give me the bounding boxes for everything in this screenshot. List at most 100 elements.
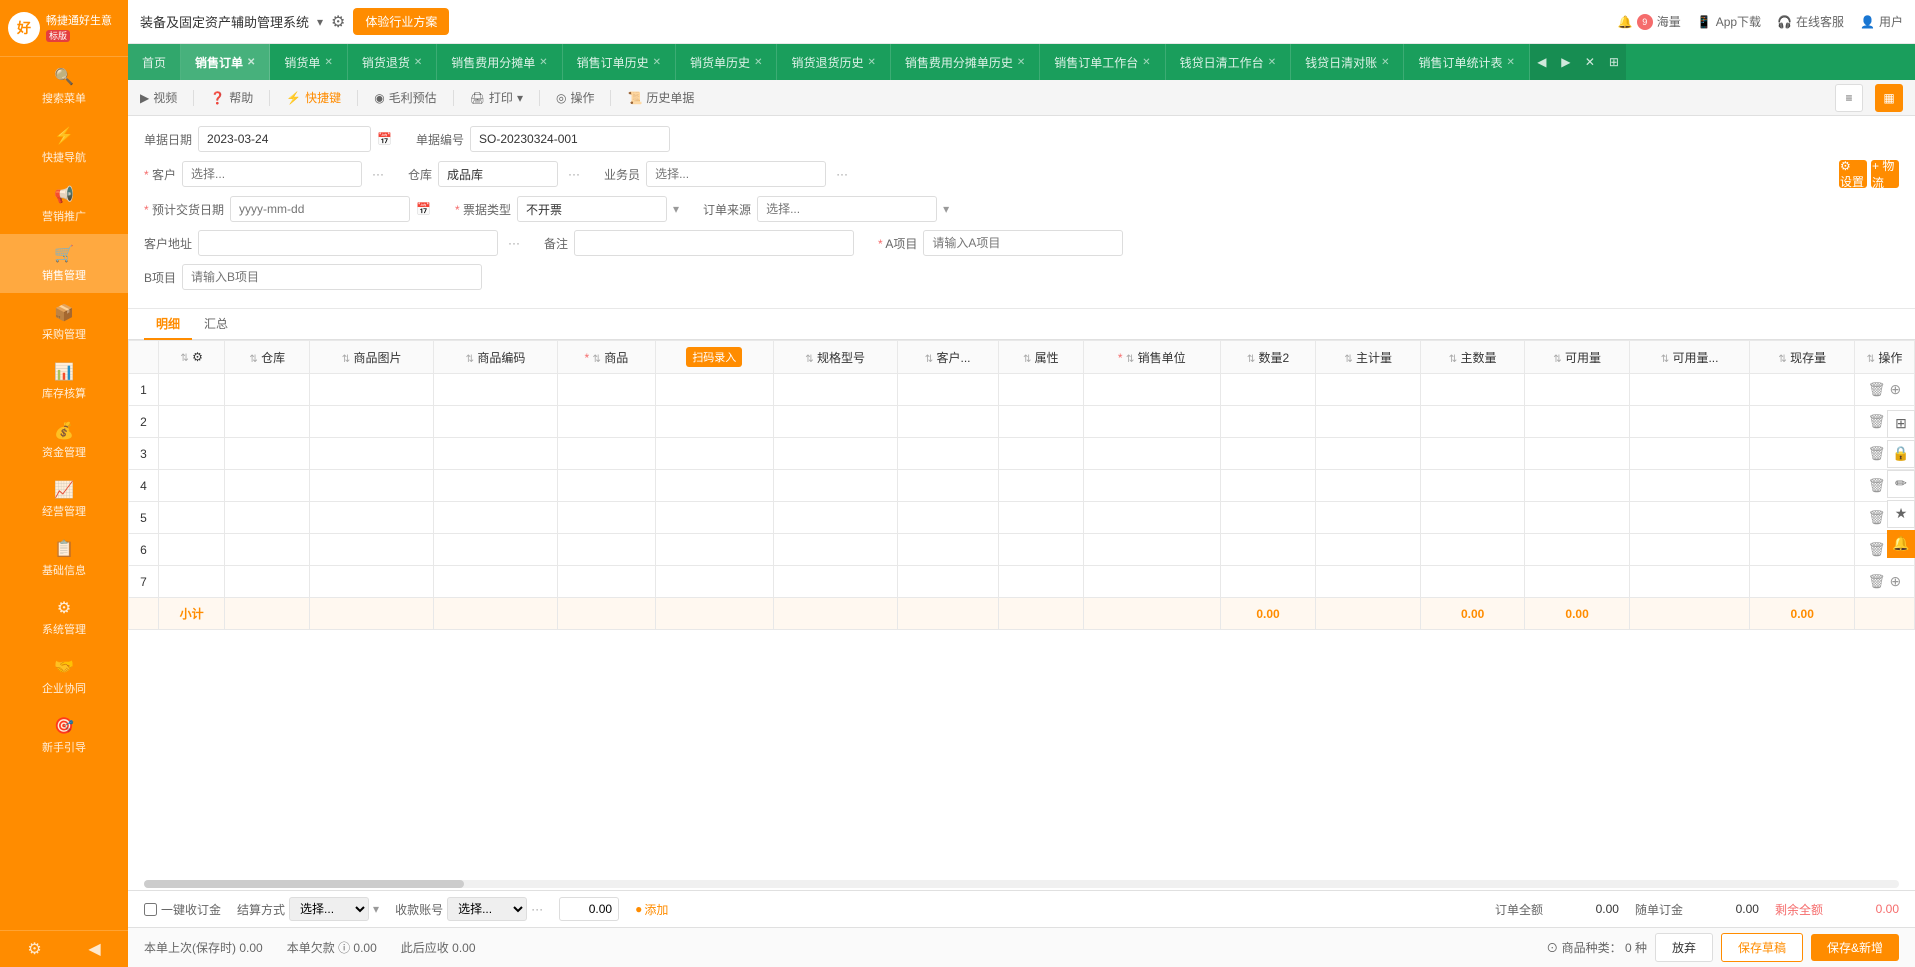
nav-tab-close-2[interactable]: ✕ [324, 57, 332, 68]
cell-1-13[interactable] [1525, 374, 1629, 406]
cell-2-11[interactable] [1316, 406, 1420, 438]
discard-btn[interactable]: 放弃 [1655, 933, 1713, 962]
cell-5-7[interactable] [897, 502, 998, 534]
user-btn[interactable]: 👤 用户 [1860, 13, 1903, 30]
cell-7-9[interactable] [1083, 566, 1220, 598]
nav-tab-close-7[interactable]: ✕ [867, 57, 875, 68]
cell-4-5[interactable] [655, 470, 773, 502]
cell-7-8[interactable] [998, 566, 1083, 598]
nav-expand[interactable]: ⊞ [1602, 44, 1626, 80]
sidebar-item-4[interactable]: 📦采购管理 [0, 293, 128, 352]
nav-tab-close-6[interactable]: ✕ [754, 57, 762, 68]
cell-6-2[interactable] [310, 534, 434, 566]
cell-5-5[interactable] [655, 502, 773, 534]
cell-7-15[interactable] [1750, 566, 1855, 598]
cell-7-7[interactable] [897, 566, 998, 598]
delete-row-btn-3[interactable]: 🗑 [1866, 443, 1888, 464]
nav-next-arrow[interactable]: ▶ [1554, 44, 1578, 80]
cell-2-13[interactable] [1525, 406, 1629, 438]
cell-5-9[interactable] [1083, 502, 1220, 534]
cell-5-2[interactable] [310, 502, 434, 534]
cell-1-5[interactable] [655, 374, 773, 406]
system-dropdown-btn[interactable]: ▾ [317, 15, 323, 29]
right-float-btn-2[interactable]: 🔒 [1887, 440, 1915, 468]
collapse-icon[interactable]: ◀ [88, 939, 100, 959]
nav-prev-arrow[interactable]: ◀ [1530, 44, 1554, 80]
cell-4-4[interactable] [557, 470, 655, 502]
cell-5-0[interactable] [159, 502, 225, 534]
cell-3-6[interactable] [773, 438, 897, 470]
cell-4-13[interactable] [1525, 470, 1629, 502]
customer-input[interactable] [182, 161, 362, 187]
cell-4-7[interactable] [897, 470, 998, 502]
cell-3-0[interactable] [159, 438, 225, 470]
cell-3-2[interactable] [310, 438, 434, 470]
invoice-type-input[interactable] [517, 196, 667, 222]
cell-1-6[interactable] [773, 374, 897, 406]
cell-4-0[interactable] [159, 470, 225, 502]
customer-dots-icon[interactable]: ··· [372, 167, 384, 181]
topbar-settings-btn[interactable]: ⚙ [331, 12, 345, 32]
cell-6-5[interactable] [655, 534, 773, 566]
copy-row-btn-1[interactable]: ⊕ [1888, 379, 1904, 400]
calendar-icon[interactable]: 📅 [377, 132, 392, 146]
cell-7-5[interactable] [655, 566, 773, 598]
nav-tab-close-5[interactable]: ✕ [653, 57, 661, 68]
nav-tab-close-9[interactable]: ✕ [1142, 57, 1150, 68]
order-source-dropdown-icon[interactable]: ▾ [943, 202, 949, 216]
cell-5-11[interactable] [1316, 502, 1420, 534]
cell-3-9[interactable] [1083, 438, 1220, 470]
delete-row-btn-2[interactable]: 🗑 [1866, 411, 1888, 432]
warehouse-input[interactable] [438, 161, 558, 187]
delete-row-btn-4[interactable]: 🗑 [1866, 475, 1888, 496]
sidebar-item-2[interactable]: 📢营销推广 [0, 175, 128, 234]
add-btn[interactable]: ● 添加 [635, 901, 668, 918]
cell-5-8[interactable] [998, 502, 1083, 534]
cell-1-7[interactable] [897, 374, 998, 406]
cell-2-8[interactable] [998, 406, 1083, 438]
cell-1-9[interactable] [1083, 374, 1220, 406]
cell-7-2[interactable] [310, 566, 434, 598]
delete-row-btn-5[interactable]: 🗑 [1866, 507, 1888, 528]
nav-tab-1[interactable]: 销售订单✕ [181, 44, 270, 80]
cell-1-1[interactable] [225, 374, 310, 406]
right-float-btn-1[interactable]: ⊞ [1887, 410, 1915, 438]
nav-tab-0[interactable]: 首页 [128, 44, 181, 80]
cell-1-3[interactable] [434, 374, 558, 406]
cell-3-8[interactable] [998, 438, 1083, 470]
cell-5-4[interactable] [557, 502, 655, 534]
cell-1-2[interactable] [310, 374, 434, 406]
cell-7-4[interactable] [557, 566, 655, 598]
cell-4-2[interactable] [310, 470, 434, 502]
help-btn[interactable]: ❓ 帮助 [210, 89, 253, 106]
bank-account-select[interactable]: 选择... [447, 897, 527, 921]
b-project-input[interactable] [182, 264, 482, 290]
cell-5-13[interactable] [1525, 502, 1629, 534]
cell-5-6[interactable] [773, 502, 897, 534]
sidebar-item-11[interactable]: 🎯新手引导 [0, 706, 128, 765]
single-no-input[interactable] [470, 126, 670, 152]
cell-4-14[interactable] [1629, 470, 1750, 502]
nav-tab-3[interactable]: 销货退货✕ [348, 44, 437, 80]
sidebar-item-1[interactable]: ⚡快捷导航 [0, 116, 128, 175]
shortcut-btn[interactable]: ⚡ 快捷键 [286, 89, 341, 106]
right-float-btn-5[interactable]: 🔔 [1887, 530, 1915, 558]
delivery-date-input[interactable] [230, 196, 410, 222]
nav-tab-12[interactable]: 销售订单统计表✕ [1404, 44, 1529, 80]
copy-row-btn-7[interactable]: ⊕ [1888, 571, 1904, 592]
cell-3-12[interactable] [1420, 438, 1524, 470]
cell-3-7[interactable] [897, 438, 998, 470]
salesman-dots-icon[interactable]: ··· [836, 167, 848, 181]
delete-row-btn-1[interactable]: 🗑 [1866, 379, 1888, 400]
cell-1-0[interactable] [159, 374, 225, 406]
cell-4-8[interactable] [998, 470, 1083, 502]
cell-2-1[interactable] [225, 406, 310, 438]
save-new-btn[interactable]: 保存&新增 [1811, 934, 1899, 961]
cell-2-3[interactable] [434, 406, 558, 438]
sidebar-item-5[interactable]: 📊库存核算 [0, 352, 128, 411]
nav-tab-close-1[interactable]: ✕ [247, 57, 255, 68]
sidebar-item-7[interactable]: 📈经营管理 [0, 470, 128, 529]
cell-1-14[interactable] [1629, 374, 1750, 406]
cell-2-10[interactable] [1220, 406, 1316, 438]
cell-6-6[interactable] [773, 534, 897, 566]
